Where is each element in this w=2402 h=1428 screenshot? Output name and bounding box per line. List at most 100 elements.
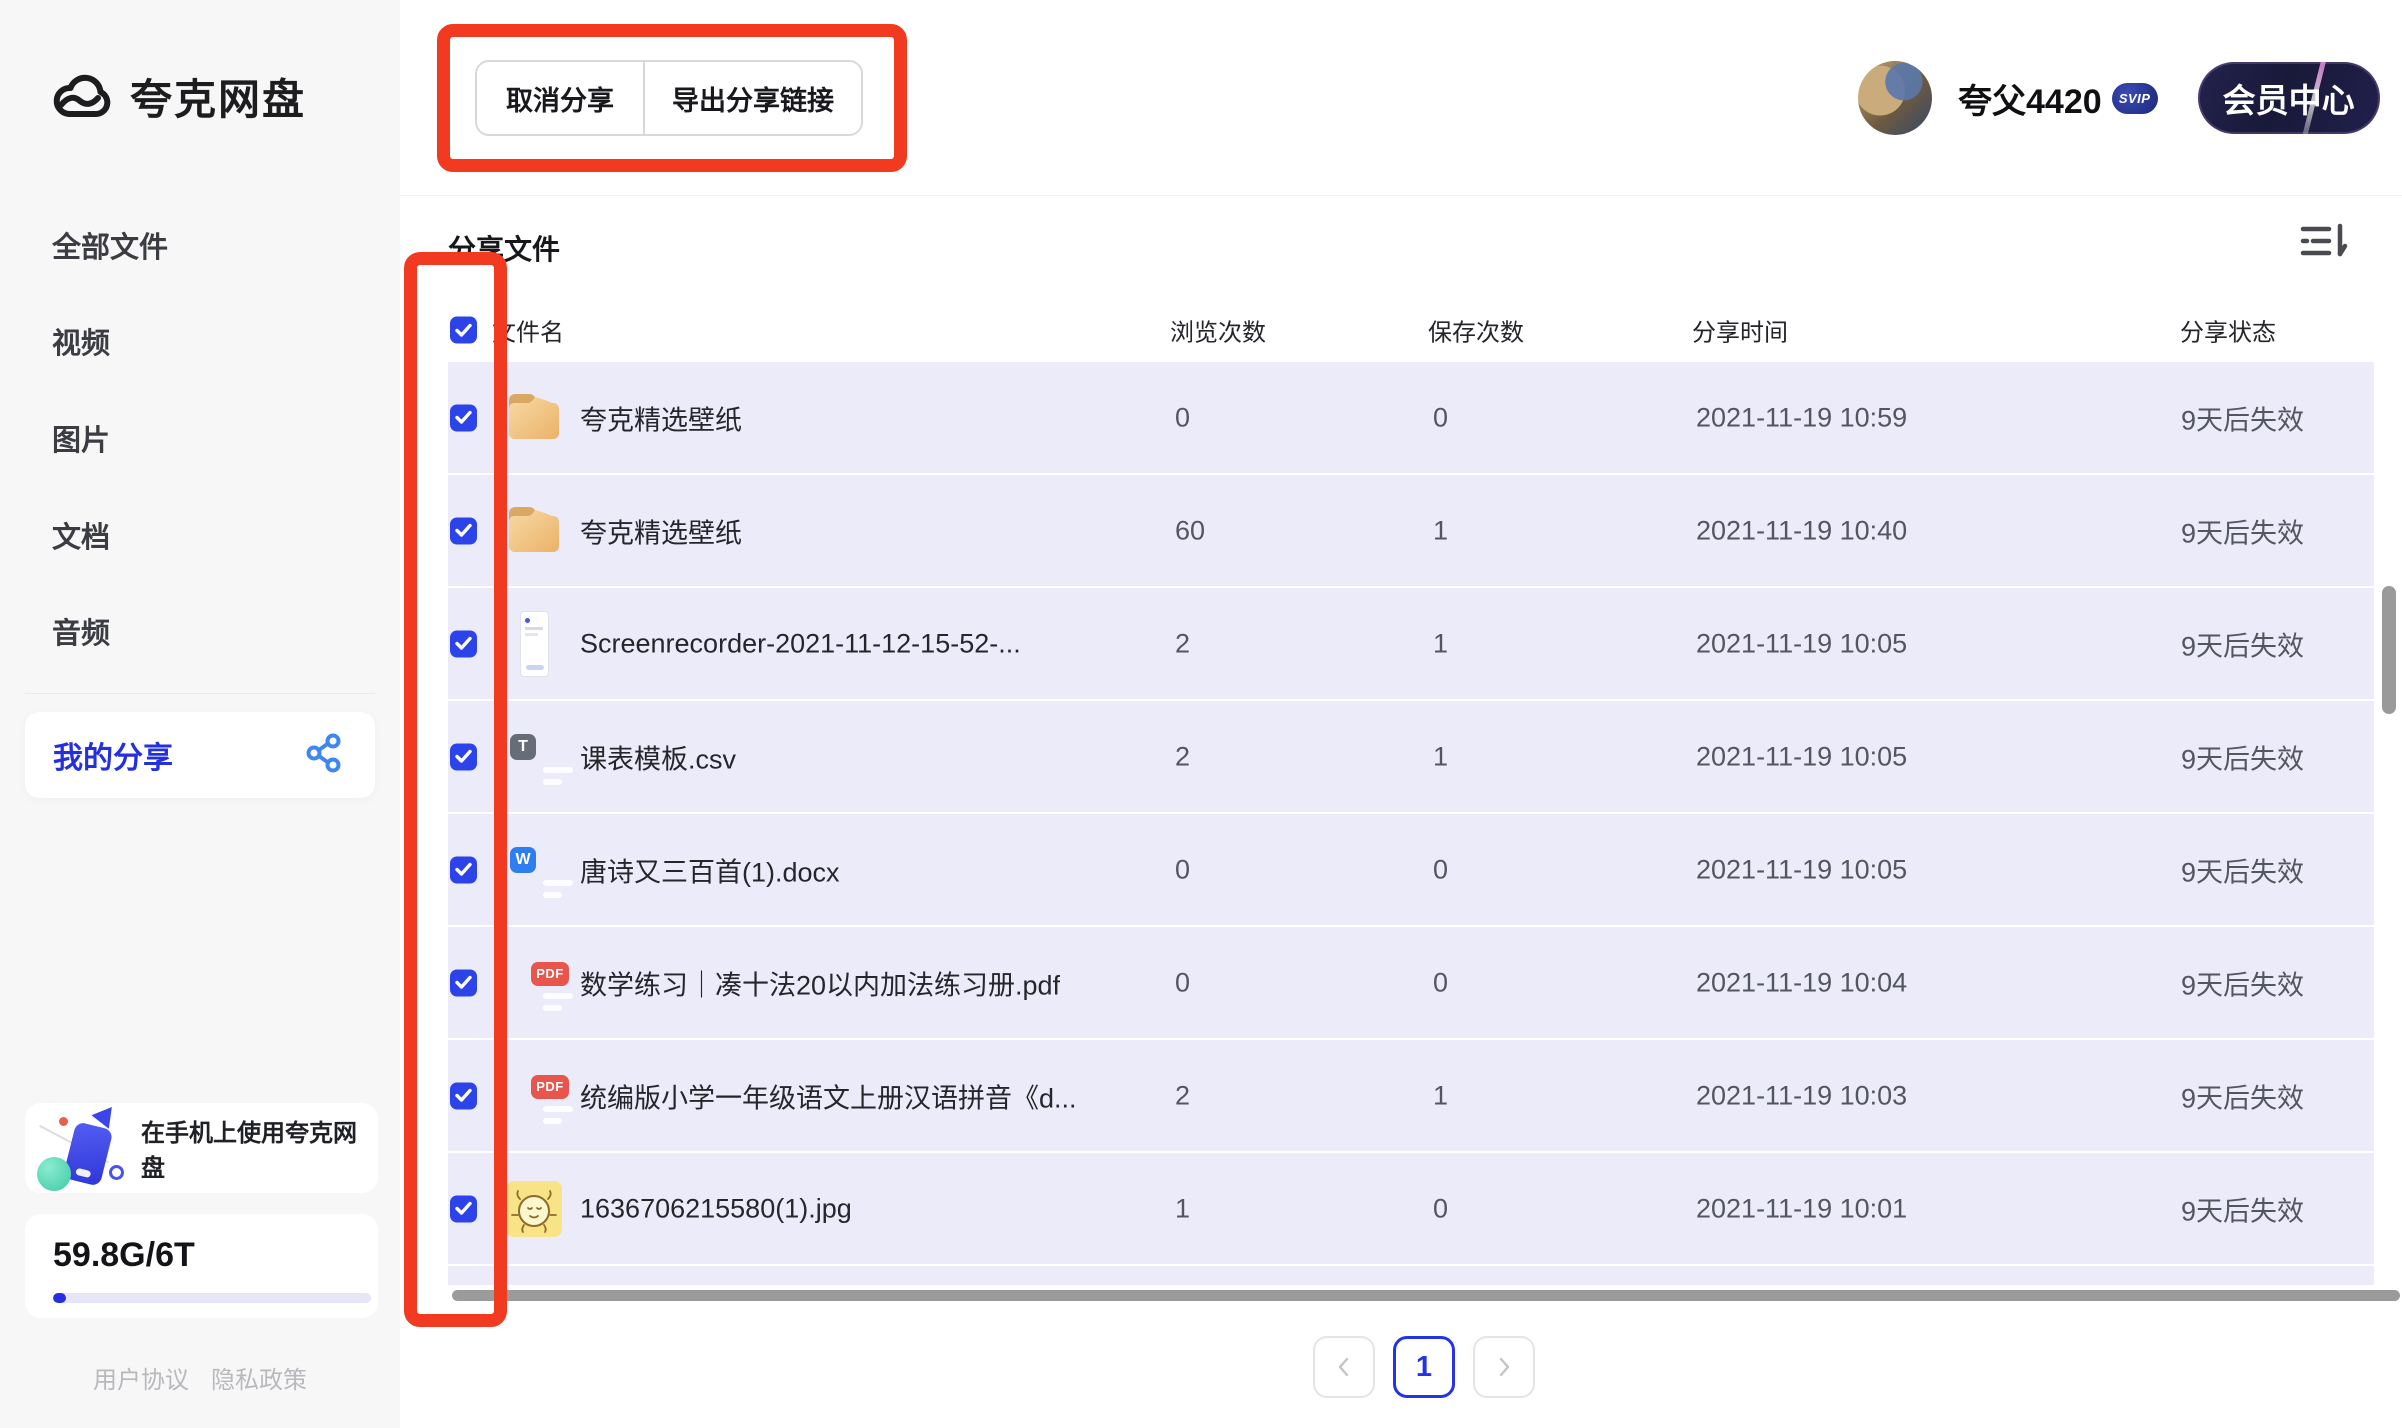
file-name: 数学练习｜凑十法20以内加法练习册.pdf [580,963,1060,1002]
file-type-icon: T W PDF [506,950,562,1016]
member-center-button[interactable]: 会员中心 [2198,62,2380,134]
sidebar-footer: 用户协议 隐私政策 [0,1360,400,1395]
row-checkbox[interactable] [450,1195,477,1222]
sidebar-item-all-files[interactable]: 全部文件 [52,224,352,272]
share-status: 9天后失效 [2181,624,2304,663]
share-status: 9天后失效 [2181,737,2304,776]
row-checkbox[interactable] [450,856,477,883]
file-type-icon: T W PDF [506,724,562,790]
share-nodes-icon [303,732,345,779]
file-type-icon: T W PDF [506,837,562,903]
saves-count: 0 [1433,402,1448,433]
saves-count: 0 [1433,1193,1448,1224]
table-row[interactable]: T W PDF [448,1153,2374,1264]
phone-illustration-icon [33,1099,137,1197]
table-row[interactable]: T W PDF [448,475,2374,586]
storage-progress-fill [53,1293,66,1303]
storage-progressbar [53,1293,371,1303]
share-time: 2021-11-19 10:59 [1696,402,1907,433]
video-thumbnail-icon [520,611,549,677]
table-rows: T W PDF [448,362,2374,1266]
file-type-icon: T W PDF [506,498,562,564]
brand-logo: 夸克网盘 [52,66,306,127]
file-type-icon: T W PDF [506,385,562,451]
storage-card: 59.8G/6T [25,1214,378,1318]
row-checkbox[interactable] [450,1082,477,1109]
storage-usage: 59.8G/6T [53,1236,362,1275]
row-checkbox[interactable] [450,404,477,431]
table-row-partial [448,1266,2374,1285]
sidebar: 夸克网盘 全部文件 视频 图片 文档 音频 我的分享 在手机上使用夸克网盘 [0,0,400,1428]
horizontal-scrollbar[interactable] [452,1290,2400,1301]
saves-count: 1 [1433,741,1448,772]
share-time: 2021-11-19 10:05 [1696,628,1907,659]
page-title: 分享文件 [448,228,560,268]
table-row[interactable]: T W PDF [448,927,2374,1038]
views-count: 2 [1175,1080,1190,1111]
saves-count: 0 [1433,967,1448,998]
share-time: 2021-11-19 10:04 [1696,967,1907,998]
file-name: 1636706215580(1).jpg [580,1193,852,1224]
vertical-scrollbar[interactable] [2382,586,2396,714]
table-row[interactable]: T W PDF [448,588,2374,699]
sidebar-item-pictures[interactable]: 图片 [52,417,352,465]
row-checkbox[interactable] [450,969,477,996]
folder-icon [506,389,562,446]
cancel-share-button[interactable]: 取消分享 [477,62,645,134]
app-window: 夸克网盘 全部文件 视频 图片 文档 音频 我的分享 在手机上使用夸克网盘 [0,0,2402,1428]
share-time: 2021-11-19 10:03 [1696,1080,1907,1111]
brand-name: 夸克网盘 [130,66,306,127]
username: 夸父4420 [1958,74,2102,123]
avatar[interactable] [1858,61,1932,135]
table-row[interactable]: T W PDF [448,1040,2374,1151]
file-name: 夸克精选壁纸 [580,511,742,550]
cloud-logo-icon [52,68,114,125]
row-checkbox[interactable] [450,517,477,544]
sidebar-item-documents[interactable]: 文档 [52,514,352,562]
sidebar-item-video[interactable]: 视频 [52,320,352,368]
select-all-checkbox[interactable] [450,317,477,344]
page-number-button[interactable]: 1 [1393,1336,1455,1398]
table-row[interactable]: T W PDF [448,362,2374,473]
pagination: 1 [1313,1336,1535,1398]
file-name: 课表模板.csv [580,737,736,776]
folder-icon [506,502,562,559]
file-name: 唐诗又三百首(1).docx [580,850,840,889]
table-row[interactable]: T W PDF [448,701,2374,812]
views-count: 0 [1175,854,1190,885]
row-checkbox[interactable] [450,743,477,770]
prev-page-button[interactable] [1313,1336,1375,1398]
views-count: 0 [1175,967,1190,998]
sidebar-item-audio[interactable]: 音频 [52,610,352,658]
share-status: 9天后失效 [2181,963,2304,1002]
sort-icon[interactable] [2298,220,2350,268]
file-type-icon: T W PDF [506,1063,562,1129]
col-header-status: 分享状态 [2180,313,2276,348]
share-time: 2021-11-19 10:05 [1696,854,1907,885]
image-thumbnail-icon [506,1181,562,1237]
share-status: 9天后失效 [2181,398,2304,437]
share-time: 2021-11-19 10:05 [1696,741,1907,772]
file-type-icon: T W PDF [506,1176,562,1242]
share-status: 9天后失效 [2181,1189,2304,1228]
sidebar-divider [25,693,375,694]
views-count: 2 [1175,628,1190,659]
share-time: 2021-11-19 10:01 [1696,1193,1907,1224]
table-header: 文件名 浏览次数 保存次数 分享时间 分享状态 [448,302,2374,358]
saves-count: 0 [1433,854,1448,885]
saves-count: 1 [1433,1080,1448,1111]
table-row[interactable]: T W PDF [448,814,2374,925]
terms-link[interactable]: 用户协议 [93,1360,189,1395]
col-header-saves: 保存次数 [1428,313,1524,348]
sidebar-item-my-shares[interactable]: 我的分享 [25,712,375,798]
row-checkbox[interactable] [450,630,477,657]
views-count: 2 [1175,741,1190,772]
export-share-links-button[interactable]: 导出分享链接 [645,62,861,134]
mobile-app-promo-card[interactable]: 在手机上使用夸克网盘 [25,1103,378,1193]
next-page-button[interactable] [1473,1336,1535,1398]
privacy-link[interactable]: 隐私政策 [211,1360,307,1395]
file-name: 夸克精选壁纸 [580,398,742,437]
file-type-icon: T W PDF [506,611,562,677]
col-header-time: 分享时间 [1692,313,1788,348]
svip-badge: SVIP [2112,83,2158,114]
